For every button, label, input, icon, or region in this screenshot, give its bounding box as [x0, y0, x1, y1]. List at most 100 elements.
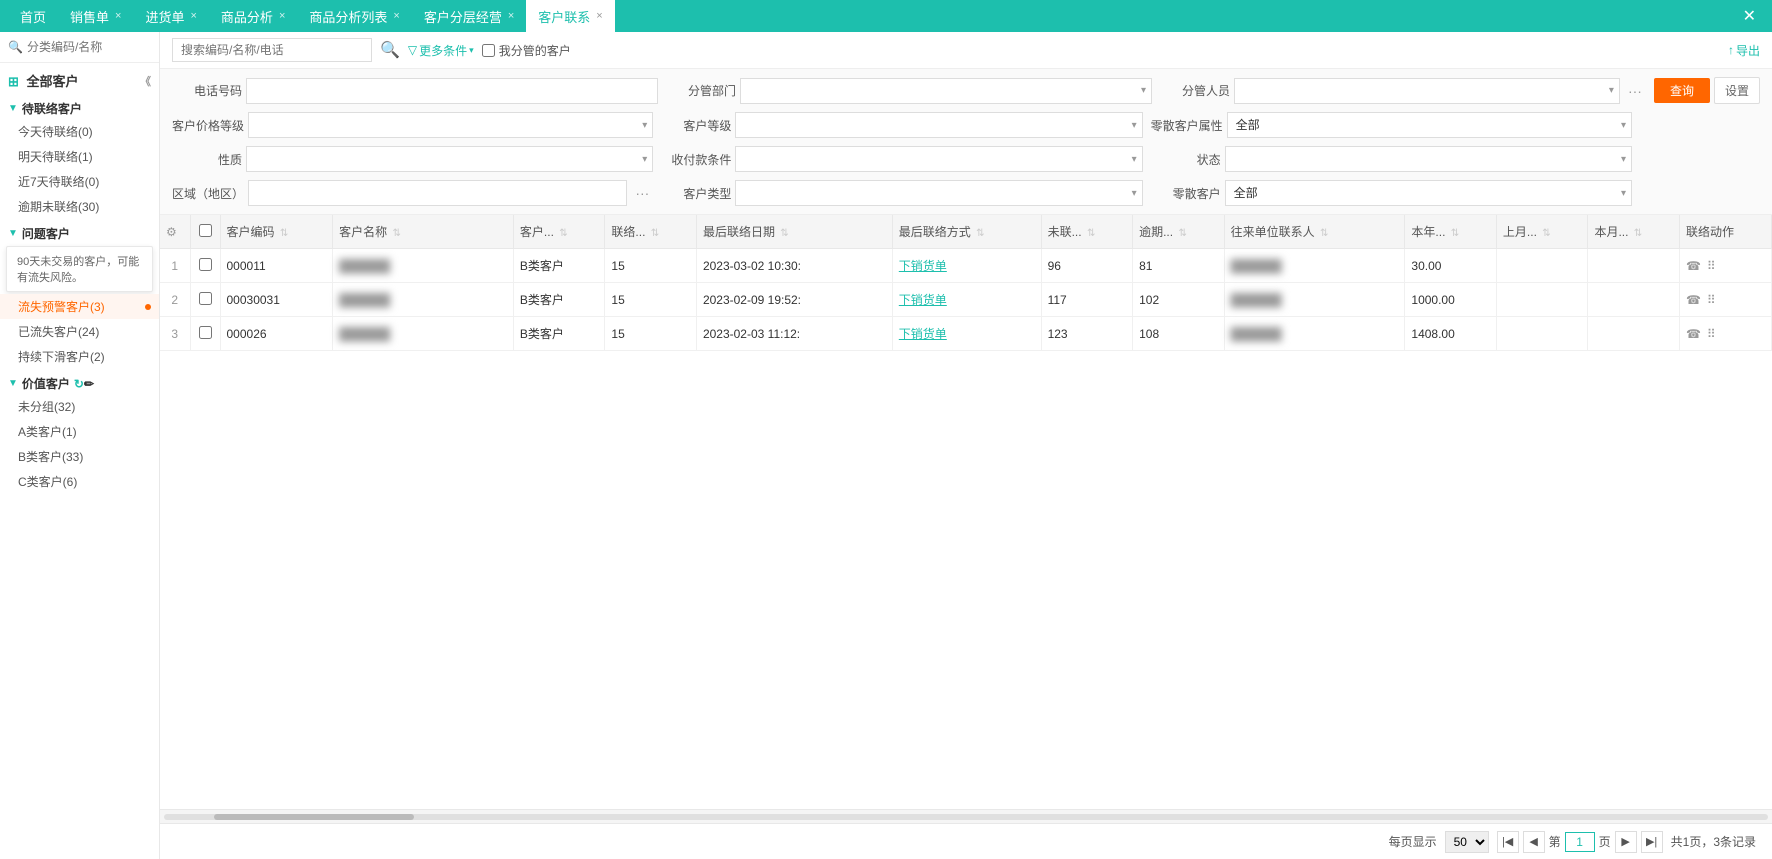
more-action-icon-3[interactable]: ⠿ [1707, 327, 1716, 341]
table-header-name[interactable]: 客户名称 ⇅ [333, 215, 514, 249]
row-last-method-3[interactable]: 下销货单 [892, 317, 1041, 351]
table-header-overdue[interactable]: 逾期... ⇅ [1133, 215, 1225, 249]
refresh-icon[interactable]: ↻ [74, 377, 84, 391]
horizontal-scrollbar[interactable] [160, 809, 1772, 823]
filter-field-retail-attr: 零散客户属性 全部 ▾ [1151, 112, 1632, 138]
payment-select[interactable] [735, 146, 1142, 172]
close-tab-customer-contact-icon[interactable]: × [596, 10, 602, 22]
close-tab-sales-icon[interactable]: × [115, 10, 121, 22]
phone-input[interactable] [246, 78, 658, 104]
select-all-checkbox[interactable] [199, 224, 212, 237]
close-tab-customer-layer-icon[interactable]: × [508, 10, 514, 22]
sidebar-item-class-a[interactable]: A类客户(1) [0, 419, 159, 444]
table-header-type[interactable]: 客户... ⇅ [513, 215, 605, 249]
sidebar-item-declining[interactable]: 持续下滑客户(2) [0, 344, 159, 369]
scrollbar-track[interactable] [164, 814, 1768, 820]
table-header-this-month[interactable]: 本月... ⇅ [1588, 215, 1680, 249]
table-header-settings[interactable]: ⚙ [160, 215, 190, 249]
first-page-button[interactable]: |◀ [1497, 831, 1519, 853]
nav-tab-sales[interactable]: 销售单 × [58, 0, 133, 32]
row-year-amount-1: 30.00 [1405, 249, 1497, 283]
sidebar-item-unclassified[interactable]: 未分组(32) [0, 394, 159, 419]
manager-select[interactable] [1234, 78, 1620, 104]
region-more-icon[interactable]: ··· [631, 185, 653, 201]
price-level-select[interactable] [248, 112, 653, 138]
settings-gear-icon[interactable]: ⚙ [166, 225, 177, 239]
pagination: |◀ ◀ 第 1 页 ▶ ▶| [1497, 831, 1663, 853]
row-check-1[interactable] [199, 258, 212, 271]
next-page-button[interactable]: ▶ [1615, 831, 1637, 853]
more-action-icon-1[interactable]: ⠿ [1707, 259, 1716, 273]
sidebar-item-class-c[interactable]: C类客户(6) [0, 469, 159, 494]
row-checkbox-2[interactable] [190, 283, 220, 317]
sidebar-item-today[interactable]: 今天待联络(0) [0, 119, 159, 144]
nav-tab-analysis-list[interactable]: 商品分析列表 × [297, 0, 411, 32]
filter-field-region: 区域（地区） ··· [172, 180, 653, 206]
contact-action-icon-3[interactable]: ☎ [1686, 327, 1701, 341]
nav-tab-customer-layer[interactable]: 客户分层经营 × [412, 0, 526, 32]
row-check-3[interactable] [199, 326, 212, 339]
row-check-2[interactable] [199, 292, 212, 305]
customer-level-select[interactable] [735, 112, 1142, 138]
retail-attr-select[interactable]: 全部 [1227, 112, 1632, 138]
sort-last-method-icon: ⇅ [976, 228, 984, 239]
window-close-button[interactable]: ✕ [1735, 6, 1764, 26]
nav-tab-analysis[interactable]: 商品分析 × [209, 0, 297, 32]
sidebar-section-value-title[interactable]: ▼ 价值客户 ↻ ✏ [0, 369, 159, 394]
prev-page-button[interactable]: ◀ [1523, 831, 1545, 853]
sidebar-item-churn-warning[interactable]: 流失预警客户(3) [0, 294, 159, 319]
table-header-contact[interactable]: 联络... ⇅ [605, 215, 697, 249]
region-select[interactable] [248, 180, 627, 206]
query-button[interactable]: 查询 [1654, 78, 1710, 103]
more-conditions-button[interactable]: ▽ 更多条件 ▾ [408, 42, 474, 59]
sidebar-section-pending-title[interactable]: ▼ 待联络客户 [0, 94, 159, 119]
settings-button[interactable]: 设置 [1714, 77, 1760, 104]
sidebar-item-overdue[interactable]: 逾期未联络(30) [0, 194, 159, 219]
more-action-icon-2[interactable]: ⠿ [1707, 293, 1716, 307]
table-header-contact-person[interactable]: 往来单位联系人 ⇅ [1224, 215, 1405, 249]
nav-tab-purchase[interactable]: 进货单 × [133, 0, 208, 32]
dept-select[interactable] [740, 78, 1152, 104]
row-checkbox-3[interactable] [190, 317, 220, 351]
close-tab-analysis-icon[interactable]: × [279, 10, 285, 22]
sidebar-item-class-b[interactable]: B类客户(33) [0, 444, 159, 469]
export-button[interactable]: ↑ 导出 [1728, 42, 1760, 59]
table-header-unlink[interactable]: 未联... ⇅ [1041, 215, 1133, 249]
filter-search-input[interactable] [172, 38, 372, 62]
row-last-date-3: 2023-02-03 11:12: [696, 317, 892, 351]
my-customers-check[interactable] [482, 44, 495, 57]
table-header-last-month[interactable]: 上月... ⇅ [1496, 215, 1588, 249]
status-select[interactable] [1225, 146, 1632, 172]
sidebar-item-7days[interactable]: 近7天待联络(0) [0, 169, 159, 194]
customer-type-select[interactable] [735, 180, 1142, 206]
sidebar-search-input[interactable] [27, 40, 160, 54]
nav-tab-customer-contact[interactable]: 客户联系 × [526, 0, 614, 32]
filter-search-button[interactable]: 🔍 [380, 40, 400, 60]
sidebar-item-churned[interactable]: 已流失客户(24) [0, 319, 159, 344]
scrollbar-thumb[interactable] [214, 814, 414, 820]
row-checkbox-1[interactable] [190, 249, 220, 283]
table-header-last-date[interactable]: 最后联络日期 ⇅ [696, 215, 892, 249]
close-tab-purchase-icon[interactable]: × [190, 10, 196, 22]
table-header-last-method[interactable]: 最后联络方式 ⇅ [892, 215, 1041, 249]
per-page-select[interactable]: 50 [1445, 831, 1489, 853]
row-last-method-2[interactable]: 下销货单 [892, 283, 1041, 317]
filter-field-price-level: 客户价格等级 ▾ [172, 112, 653, 138]
contact-action-icon-1[interactable]: ☎ [1686, 259, 1701, 273]
close-tab-analysis-list-icon[interactable]: × [393, 10, 399, 22]
sidebar-item-tomorrow[interactable]: 明天待联络(1) [0, 144, 159, 169]
table-header-checkbox[interactable] [190, 215, 220, 249]
edit-icon[interactable]: ✏ [84, 377, 94, 391]
nav-home[interactable]: 首页 [8, 0, 58, 32]
contact-action-icon-2[interactable]: ☎ [1686, 293, 1701, 307]
manager-more-icon[interactable]: ··· [1624, 83, 1646, 99]
nature-select[interactable] [246, 146, 653, 172]
sidebar-all-customers[interactable]: ⊞ 全部客户 《 [0, 63, 159, 94]
sidebar-section-problem-title[interactable]: ▼ 问题客户 [0, 219, 159, 244]
my-customers-checkbox[interactable]: 我分管的客户 [482, 42, 571, 59]
retail-customer-select[interactable]: 全部 [1225, 180, 1632, 206]
last-page-button[interactable]: ▶| [1641, 831, 1663, 853]
table-header-code[interactable]: 客户编码 ⇅ [220, 215, 333, 249]
row-last-method-1[interactable]: 下销货单 [892, 249, 1041, 283]
table-header-year-amount[interactable]: 本年... ⇅ [1405, 215, 1497, 249]
